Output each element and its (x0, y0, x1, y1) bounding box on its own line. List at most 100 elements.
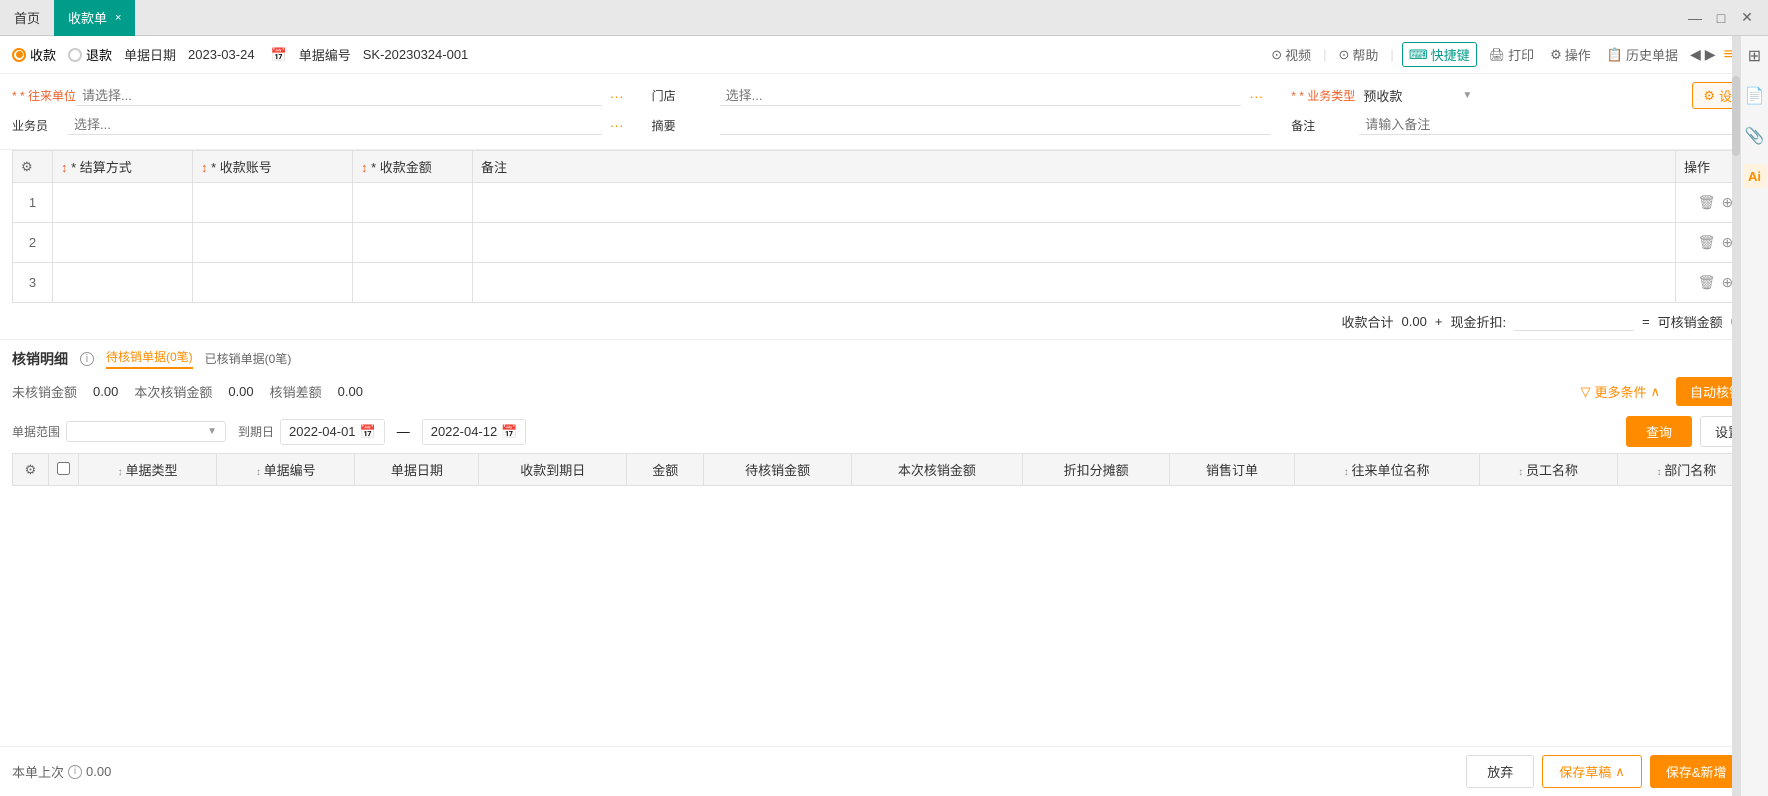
counterpart-field: * 往来单位 ··· (12, 86, 632, 106)
more-filter-button[interactable]: ▽ 更多条件 ∧ (1580, 382, 1660, 401)
video-button[interactable]: ⊙ 视频 (1267, 43, 1315, 66)
main-content: 收款 退款 单据日期 2023-03-24 📅 单据编号 SK-20230324… (0, 36, 1768, 796)
row-3-delete-icon[interactable]: 🗑 (1698, 274, 1716, 291)
number-label: 单据编号 (299, 45, 351, 64)
note-input[interactable] (1359, 115, 1756, 135)
bt-select-all-checkbox[interactable] (57, 462, 70, 475)
nav-next-icon[interactable]: ▶ (1705, 46, 1716, 63)
row-3-remark[interactable] (473, 263, 1676, 303)
draft-button[interactable]: 保存草稿 ∧ (1542, 755, 1642, 788)
tab-receipt-close[interactable]: × (115, 12, 121, 24)
prev-info-icon[interactable]: i (68, 765, 82, 779)
counterpart-more-icon[interactable]: ··· (610, 88, 624, 104)
history-button[interactable]: 📋 历史单据 (1603, 43, 1682, 66)
settings-gear-icon: ⚙ (1703, 88, 1715, 104)
total-label: 收款合计 (1342, 312, 1394, 331)
row-1-delete-icon[interactable]: 🗑 (1698, 194, 1716, 211)
print-button[interactable]: 🖨 打印 (1485, 43, 1539, 66)
due-date-from[interactable]: 2022-04-01 📅 (280, 419, 385, 445)
refund-radio[interactable]: 退款 (68, 45, 112, 64)
plus-sign: + (1435, 314, 1443, 329)
shortcut-button[interactable]: ⌨ 快捷键 (1402, 42, 1477, 67)
discard-button[interactable]: 放弃 (1466, 755, 1534, 788)
receipt-radio-label: 收款 (30, 45, 56, 64)
bt-current-verify-label: 本次核销金额 (898, 463, 976, 478)
sidebar-doc-icon[interactable]: 📄 (1743, 84, 1767, 108)
range-filter-select[interactable]: ▼ (66, 421, 226, 442)
receipt-table: ⚙ ↕ * 结算方式 ↕ * 收款账号 ↕ * 收款金额 (12, 150, 1756, 303)
tab-receipt[interactable]: 收款单 × (54, 0, 135, 36)
receipt-radio[interactable]: 收款 (12, 45, 56, 64)
staff-label: 业务员 (12, 117, 60, 134)
unverified-value: 0.00 (93, 384, 118, 399)
help-button[interactable]: ⊙ 帮助 (1335, 43, 1383, 66)
sidebar-table-icon[interactable]: ⊞ (1743, 44, 1767, 68)
bt-amount-label: 金额 (652, 463, 678, 478)
bt-settings-gear-icon[interactable]: ⚙ (25, 462, 37, 477)
top-toolbar: 收款 退款 单据日期 2023-03-24 📅 单据编号 SK-20230324… (0, 36, 1768, 74)
row-2-delete-icon[interactable]: 🗑 (1698, 234, 1716, 251)
sidebar-ai-icon[interactable]: Ai (1743, 164, 1767, 188)
more-filter-label: 更多条件 (1594, 382, 1646, 401)
row-1-settle[interactable] (53, 183, 193, 223)
summary-row: 收款合计 0.00 + 现金折扣: = 可核销金额 0.00 (0, 303, 1768, 340)
print-label: 打印 (1508, 45, 1534, 64)
maximize-button[interactable]: □ (1712, 9, 1730, 27)
business-type-dropdown-icon[interactable]: ▼ (1462, 90, 1472, 101)
bt-col-current-verify: 本次核销金额 (851, 454, 1022, 486)
filter-icon: ▽ (1580, 384, 1590, 400)
table-settings-gear-icon[interactable]: ⚙ (21, 159, 33, 174)
pending-tab[interactable]: 待核销单据(0笔) (106, 348, 193, 369)
bottom-table-container: ⚙ ↕ 单据类型 ↕ 单据编号 (12, 453, 1756, 746)
row-2-remark[interactable] (473, 223, 1676, 263)
prev-label: 本单上次 (12, 762, 64, 781)
note-field: 备注 (1291, 115, 1756, 135)
date-label: 单据日期 (124, 45, 176, 64)
nav-prev-icon[interactable]: ◀ (1690, 46, 1701, 63)
row-1-account[interactable] (193, 183, 353, 223)
counterpart-input[interactable] (76, 86, 602, 106)
query-button[interactable]: 查询 (1626, 416, 1692, 447)
tab-home[interactable]: 首页 (0, 0, 54, 36)
sidebar-attach-icon[interactable]: 📎 (1743, 124, 1767, 148)
col-amount-label: * 收款金额 (371, 160, 432, 175)
row-1-amount[interactable] (353, 183, 473, 223)
col-settings-header: ⚙ (13, 151, 53, 183)
due-date-to[interactable]: 2022-04-12 📅 (422, 419, 527, 445)
row-2-settle[interactable] (53, 223, 193, 263)
row-3-settle[interactable] (53, 263, 193, 303)
scrollbar[interactable] (1732, 36, 1740, 796)
range-filter-field: 单据范围 ▼ (12, 421, 226, 442)
calendar-icon[interactable]: 📅 (271, 47, 287, 63)
tab-receipt-label: 收款单 (68, 8, 107, 27)
date-range-separator: — (397, 424, 410, 439)
verify-info-icon[interactable]: i (80, 352, 94, 366)
row-3-amount[interactable] (353, 263, 473, 303)
done-tab[interactable]: 已核销单据(0笔) (205, 350, 292, 367)
staff-more-icon[interactable]: ··· (610, 117, 624, 133)
shortcut-icon: ⌨ (1409, 47, 1428, 63)
row-2-account[interactable] (193, 223, 353, 263)
filter-row: 单据范围 ▼ 到期日 2022-04-01 📅 — 2022-04-12 📅 (12, 410, 1756, 453)
staff-input[interactable] (68, 115, 602, 135)
close-button[interactable]: ✕ (1738, 9, 1756, 27)
summary-input[interactable] (720, 115, 1272, 135)
row-1-remark[interactable] (473, 183, 1676, 223)
row-3-account[interactable] (193, 263, 353, 303)
col-settle-label: * 结算方式 (71, 160, 132, 175)
diff-label: 核销差额 (270, 382, 322, 401)
total-value: 0.00 (1402, 314, 1427, 329)
operation-button[interactable]: ⚙ 操作 (1546, 43, 1595, 66)
minimize-button[interactable]: — (1686, 9, 1704, 27)
draft-label: 保存草稿 (1559, 762, 1611, 781)
bt-col-staff: ↕ 员工名称 (1479, 454, 1617, 486)
discount-input[interactable] (1514, 311, 1634, 331)
data-table-container: ⚙ ↕ * 结算方式 ↕ * 收款账号 ↕ * 收款金额 (0, 150, 1768, 303)
bt-doc-no-label: 单据编号 (264, 463, 316, 478)
row-2-amount[interactable] (353, 223, 473, 263)
shop-more-icon[interactable]: ··· (1249, 88, 1263, 104)
scroll-thumb[interactable] (1732, 76, 1740, 156)
bt-doc-date-label: 单据日期 (391, 463, 443, 478)
row-1-num: 1 (13, 183, 53, 223)
shop-input[interactable] (720, 86, 1242, 106)
